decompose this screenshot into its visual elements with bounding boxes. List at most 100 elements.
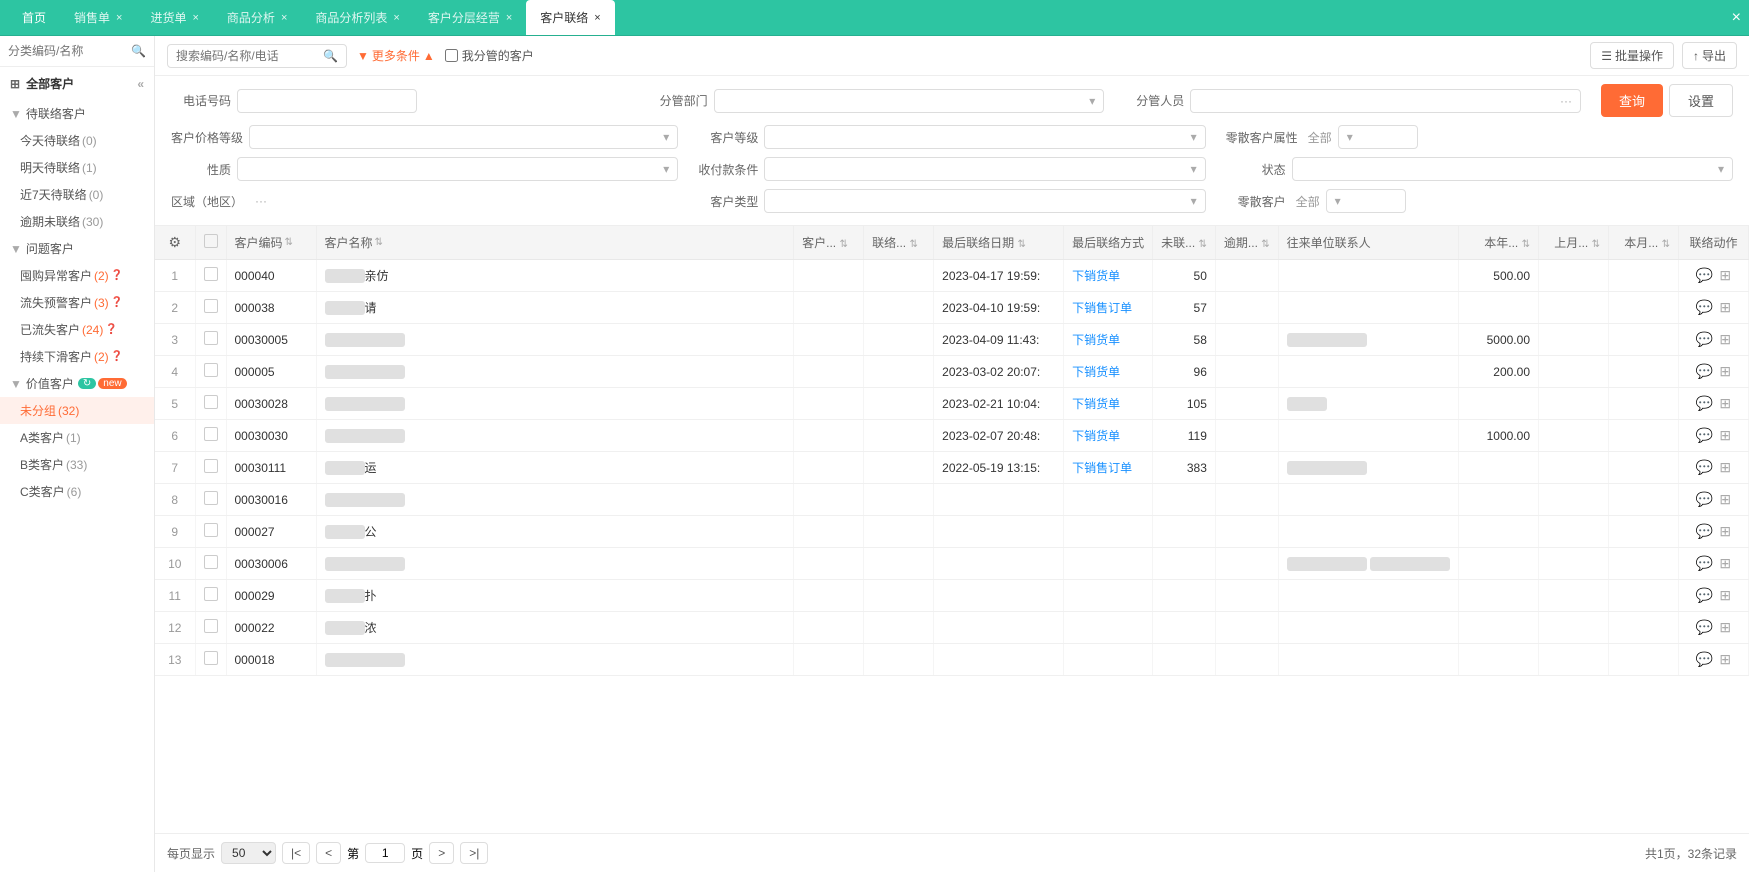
cell-check[interactable] (195, 580, 226, 612)
grid-action-icon[interactable]: ⊞ (1719, 331, 1731, 348)
row-checkbox[interactable] (204, 331, 218, 345)
page-size-select[interactable]: 50 100 (221, 842, 276, 864)
sidebar-item-churn-warning[interactable]: 流失预警客户(3) ❓ (0, 289, 154, 316)
sidebar-group-value[interactable]: ▼ 价值客户 ↻ new (0, 370, 154, 397)
chat-icon[interactable]: 💬 (1696, 427, 1713, 444)
grid-action-icon[interactable]: ⊞ (1719, 491, 1731, 508)
filter-type-select[interactable]: ▾ (764, 189, 1205, 213)
th-code-sort[interactable]: 客户编码 ⇅ (235, 234, 308, 251)
cell-check[interactable] (195, 324, 226, 356)
sidebar-item-class-b[interactable]: B类客户(33) (0, 451, 154, 478)
tab-customer-contact[interactable]: 客户联络 × (526, 0, 614, 35)
chat-icon[interactable]: 💬 (1696, 363, 1713, 380)
method-link[interactable]: 下销货单 (1072, 397, 1120, 411)
tab-purchase-close[interactable]: × (192, 12, 198, 24)
tab-customer-segment[interactable]: 客户分层经营 × (414, 0, 526, 35)
cell-check[interactable] (195, 612, 226, 644)
grid-action-icon[interactable]: ⊞ (1719, 651, 1731, 668)
method-link[interactable]: 下销售订单 (1072, 461, 1132, 475)
tab-analysis[interactable]: 商品分析 × (213, 0, 301, 35)
filter-dept-select[interactable]: ▾ (714, 89, 1105, 113)
grid-action-icon[interactable]: ⊞ (1719, 427, 1731, 444)
sidebar-item-class-c[interactable]: C类客户(6) (0, 478, 154, 505)
cell-check[interactable] (195, 452, 226, 484)
chat-icon[interactable]: 💬 (1696, 651, 1713, 668)
prev-page-btn[interactable]: < (316, 842, 341, 864)
region-more-icon[interactable]: ··· (255, 194, 267, 208)
grid-action-icon[interactable]: ⊞ (1719, 363, 1731, 380)
row-checkbox[interactable] (204, 651, 218, 665)
chat-icon[interactable]: 💬 (1696, 267, 1713, 284)
chat-icon[interactable]: 💬 (1696, 587, 1713, 604)
grid-action-icon[interactable]: ⊞ (1719, 555, 1731, 572)
tab-analysis-list-close[interactable]: × (393, 12, 399, 24)
tab-sales[interactable]: 销售单 × (60, 0, 136, 35)
reset-button[interactable]: 设置 (1669, 84, 1733, 117)
tab-analysis-close[interactable]: × (281, 12, 287, 24)
cell-check[interactable] (195, 356, 226, 388)
filter-price-select[interactable]: ▾ (249, 125, 678, 149)
tab-sales-close[interactable]: × (116, 12, 122, 24)
sidebar-item-churned[interactable]: 已流失客户(24) ❓ (0, 316, 154, 343)
filter-manager-select[interactable]: ··· (1190, 89, 1581, 113)
sidebar-item-today-pending[interactable]: 今天待联络(0) (0, 127, 154, 154)
cell-check[interactable] (195, 260, 226, 292)
chat-icon[interactable]: 💬 (1696, 555, 1713, 572)
method-link[interactable]: 下销货单 (1072, 269, 1120, 283)
sidebar-all-customers[interactable]: ⊞ 全部客户 « (0, 67, 154, 100)
grid-action-icon[interactable]: ⊞ (1719, 299, 1731, 316)
main-search-input[interactable] (176, 49, 323, 63)
chat-icon[interactable]: 💬 (1696, 331, 1713, 348)
method-link[interactable]: 下销货单 (1072, 365, 1120, 379)
row-checkbox[interactable] (204, 395, 218, 409)
more-conditions-btn[interactable]: ▼ 更多条件 ▲ (357, 47, 435, 64)
cell-check[interactable] (195, 420, 226, 452)
cell-check[interactable] (195, 388, 226, 420)
chat-icon[interactable]: 💬 (1696, 523, 1713, 540)
batch-ops-button[interactable]: ☰ 批量操作 (1590, 42, 1674, 69)
query-button[interactable]: 查询 (1601, 84, 1663, 117)
row-checkbox[interactable] (204, 555, 218, 569)
cell-check[interactable] (195, 292, 226, 324)
page-number-input[interactable] (365, 843, 405, 863)
chat-icon[interactable]: 💬 (1696, 459, 1713, 476)
filter-retail-cust-select[interactable]: ▾ (1326, 189, 1406, 213)
sidebar-item-overdue-pending[interactable]: 逾期未联络(30) (0, 208, 154, 235)
sidebar-group-problem[interactable]: ▼ 问题客户 (0, 235, 154, 262)
row-checkbox[interactable] (204, 587, 218, 601)
settings-icon[interactable]: ⚙ (168, 234, 181, 250)
row-checkbox[interactable] (204, 459, 218, 473)
grid-action-icon[interactable]: ⊞ (1719, 395, 1731, 412)
method-link[interactable]: 下销货单 (1072, 333, 1120, 347)
row-checkbox[interactable] (204, 619, 218, 633)
row-checkbox[interactable] (204, 299, 218, 313)
my-customers-checkbox[interactable] (445, 49, 458, 62)
filter-level-select[interactable]: ▾ (764, 125, 1205, 149)
grid-action-icon[interactable]: ⊞ (1719, 587, 1731, 604)
row-checkbox[interactable] (204, 363, 218, 377)
sidebar-item-hoarding-abnormal[interactable]: 囤购异常客户(2) ❓ (0, 262, 154, 289)
cell-check[interactable] (195, 484, 226, 516)
sidebar-group-pending[interactable]: ▼ 待联络客户 (0, 100, 154, 127)
export-button[interactable]: ↑ 导出 (1682, 42, 1737, 69)
tab-close-all[interactable]: × (1732, 9, 1741, 27)
next-page-btn[interactable]: > (429, 842, 454, 864)
filter-retail-attr-select[interactable]: ▾ (1338, 125, 1418, 149)
row-checkbox[interactable] (204, 267, 218, 281)
sidebar-search-icon[interactable]: 🔍 (131, 44, 146, 58)
more-icon[interactable]: ··· (1560, 94, 1572, 108)
row-checkbox[interactable] (204, 523, 218, 537)
main-search-icon[interactable]: 🔍 (323, 49, 338, 63)
row-checkbox[interactable] (204, 491, 218, 505)
grid-action-icon[interactable]: ⊞ (1719, 459, 1731, 476)
grid-action-icon[interactable]: ⊞ (1719, 523, 1731, 540)
sidebar-collapse-icon[interactable]: « (137, 77, 144, 91)
sidebar-search-input[interactable] (8, 44, 127, 58)
first-page-btn[interactable]: |< (282, 842, 310, 864)
grid-action-icon[interactable]: ⊞ (1719, 619, 1731, 636)
sidebar-item-class-a[interactable]: A类客户(1) (0, 424, 154, 451)
tab-home[interactable]: 首页 (8, 0, 60, 35)
sidebar-item-unclassified[interactable]: 未分组(32) (0, 397, 154, 424)
last-page-btn[interactable]: >| (460, 842, 488, 864)
sidebar-item-7day-pending[interactable]: 近7天待联络(0) (0, 181, 154, 208)
